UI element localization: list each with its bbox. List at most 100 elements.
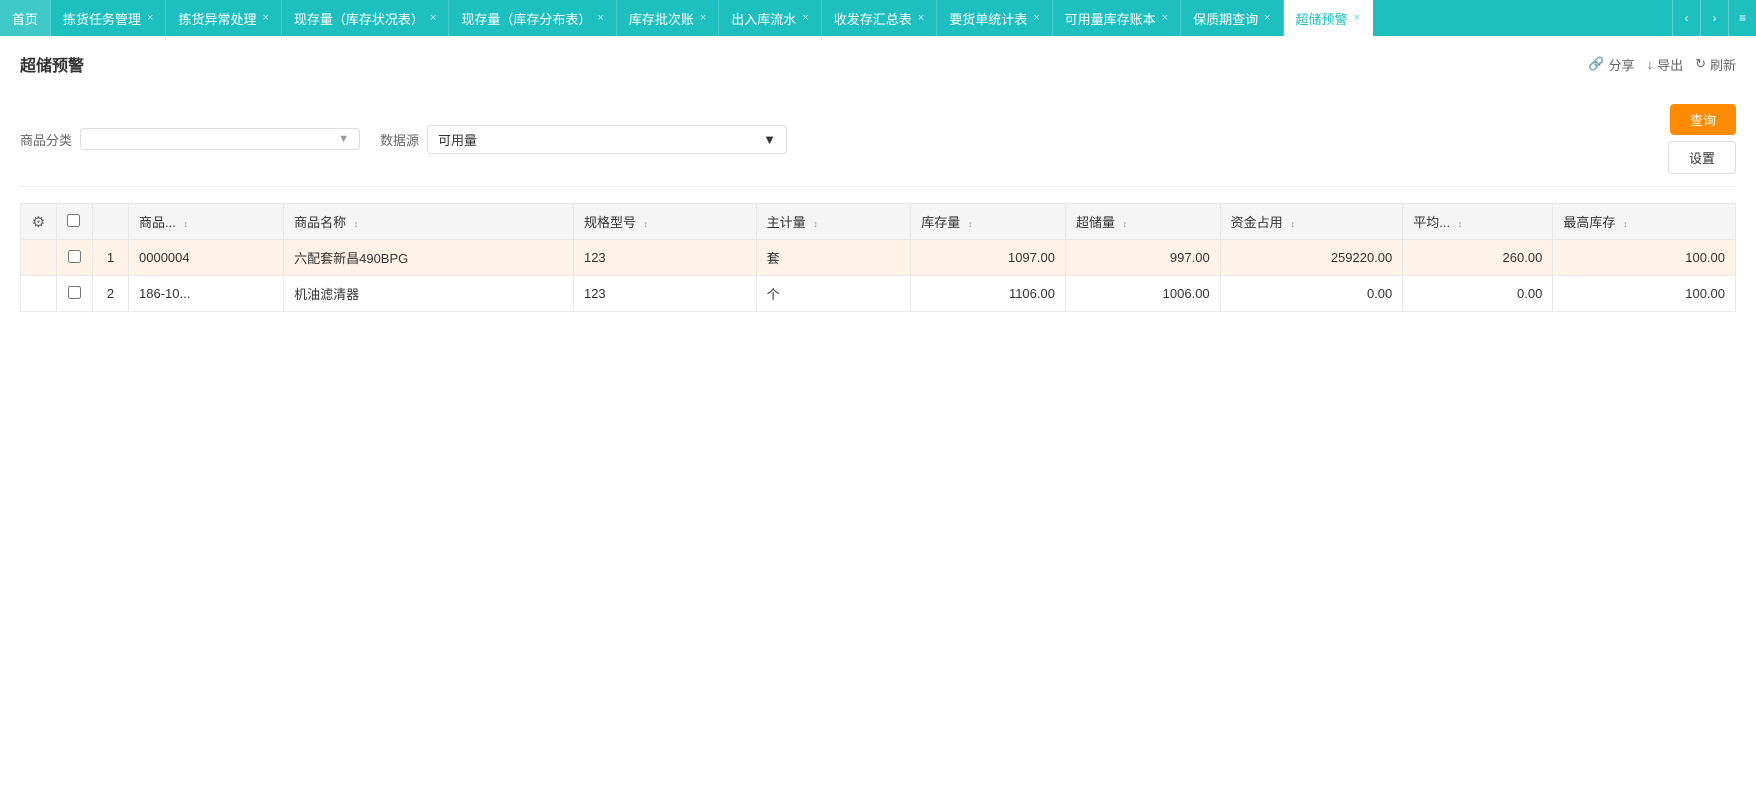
col-header-max-stock[interactable]: 最高库存 ↕ — [1553, 204, 1736, 240]
category-filter: 商品分类 ▼ — [20, 128, 360, 150]
sort-icon-avg: ↕ — [1458, 219, 1463, 229]
share-icon: 🔗 — [1588, 56, 1604, 72]
nav-item-order-stats[interactable]: 要货单统计表× — [937, 0, 1052, 36]
nav-left-arrow[interactable]: ‹ — [1672, 0, 1700, 36]
nav-item-inventory-status[interactable]: 现存量（库存状况表）× — [282, 0, 449, 36]
query-button[interactable]: 查询 — [1670, 104, 1736, 135]
col-header-rownum — [93, 204, 129, 240]
nav-item-available-ledger[interactable]: 可用量库存账本× — [1053, 0, 1181, 36]
col-header-product-name-label: 商品名称 — [294, 215, 346, 230]
cell-inventory: 1106.00 — [911, 276, 1066, 312]
nav-menu-arrow[interactable]: ≡ — [1728, 0, 1756, 36]
col-header-max-stock-label: 最高库存 — [1563, 215, 1615, 230]
sort-icon-product-code: ↕ — [183, 219, 188, 229]
table-row: 2186-10...机油滤清器123个1106.001006.000.000.0… — [21, 276, 1736, 312]
sort-icon-unit: ↕ — [813, 219, 818, 229]
cell-max-stock: 100.00 — [1553, 240, 1736, 276]
cell-gear — [21, 240, 57, 276]
nav-close-overstock-alert[interactable]: × — [1354, 12, 1360, 24]
row-checkbox-0[interactable] — [68, 250, 81, 263]
table-header-row: ⚙ 商品... ↕ 商品名称 ↕ 规格型号 ↕ — [21, 204, 1736, 240]
col-header-capital[interactable]: 资金占用 ↕ — [1220, 204, 1403, 240]
nav-item-task-mgmt[interactable]: 拣货任务管理× — [51, 0, 166, 36]
cell-product-code: 0000004 — [129, 240, 284, 276]
cell-gear — [21, 276, 57, 312]
nav-item-overstock-alert[interactable]: 超储预警× — [1284, 0, 1373, 36]
cell-checkbox[interactable] — [57, 276, 93, 312]
col-header-avg-label: 平均... — [1413, 215, 1450, 230]
cell-avg: 0.00 — [1403, 276, 1553, 312]
page-content: 超储预警 🔗 分享 ↓ 导出 ↻ 刷新 商品分类 ▼ 数据源 — [0, 36, 1756, 800]
col-header-capital-label: 资金占用 — [1231, 215, 1283, 230]
cell-unit: 个 — [756, 276, 911, 312]
table-row: 10000004六配套新昌490BPG123套1097.00997.002592… — [21, 240, 1736, 276]
sort-icon-spec: ↕ — [644, 219, 649, 229]
nav-right-arrow[interactable]: › — [1700, 0, 1728, 36]
refresh-button[interactable]: ↻ 刷新 — [1695, 55, 1736, 74]
cell-inventory: 1097.00 — [911, 240, 1066, 276]
col-header-spec[interactable]: 规格型号 ↕ — [573, 204, 756, 240]
col-header-avg[interactable]: 平均... ↕ — [1403, 204, 1553, 240]
nav-close-task-mgmt[interactable]: × — [147, 12, 153, 24]
nav-close-available-ledger[interactable]: × — [1162, 12, 1168, 24]
export-button[interactable]: ↓ 导出 — [1647, 55, 1684, 74]
nav-item-home[interactable]: 首页 — [0, 0, 51, 36]
gear-icon[interactable]: ⚙ — [32, 214, 45, 231]
cell-rownum: 2 — [93, 276, 129, 312]
col-header-product-name[interactable]: 商品名称 ↕ — [284, 204, 574, 240]
export-label: 导出 — [1657, 55, 1683, 74]
settings-button[interactable]: 设置 — [1668, 141, 1736, 174]
share-button[interactable]: 🔗 分享 — [1588, 55, 1634, 74]
filter-area: 商品分类 ▼ 数据源 可用量 ▼ 查询 设置 — [20, 92, 1736, 187]
sort-icon-capital: ↕ — [1290, 219, 1295, 229]
col-header-unit[interactable]: 主计量 ↕ — [756, 204, 911, 240]
nav-close-inventory-batch[interactable]: × — [700, 12, 706, 24]
filter-buttons: 查询 设置 — [1668, 104, 1736, 174]
cell-checkbox[interactable] — [57, 240, 93, 276]
nav-item-inventory-batch[interactable]: 库存批次账× — [617, 0, 719, 36]
sort-icon-overstock: ↕ — [1123, 219, 1128, 229]
col-header-spec-label: 规格型号 — [584, 215, 636, 230]
cell-rownum: 1 — [93, 240, 129, 276]
cell-product-code: 186-10... — [129, 276, 284, 312]
cell-product-name: 六配套新昌490BPG — [284, 240, 574, 276]
datasource-arrow-icon: ▼ — [763, 132, 776, 147]
cell-product-name: 机油滤清器 — [284, 276, 574, 312]
cell-unit: 套 — [756, 240, 911, 276]
nav-close-quality-check[interactable]: × — [1264, 12, 1270, 24]
datasource-select[interactable]: 可用量 ▼ — [427, 125, 787, 154]
row-checkbox-1[interactable] — [68, 286, 81, 299]
cell-capital: 0.00 — [1220, 276, 1403, 312]
nav-close-abnormal[interactable]: × — [262, 12, 268, 24]
cell-spec: 123 — [573, 240, 756, 276]
category-label: 商品分类 — [20, 130, 72, 149]
col-header-inventory[interactable]: 库存量 ↕ — [911, 204, 1066, 240]
nav-item-in-out-flow[interactable]: 出入库流水× — [719, 0, 821, 36]
col-header-product-code[interactable]: 商品... ↕ — [129, 204, 284, 240]
page-actions: 🔗 分享 ↓ 导出 ↻ 刷新 — [1588, 55, 1736, 74]
nav-close-inventory-dist[interactable]: × — [597, 12, 603, 24]
cell-overstock: 997.00 — [1065, 240, 1220, 276]
page-title: 超储预警 — [20, 52, 84, 76]
nav-close-collect-summary[interactable]: × — [918, 12, 924, 24]
cell-max-stock: 100.00 — [1553, 276, 1736, 312]
nav-item-collect-summary[interactable]: 收发存汇总表× — [822, 0, 937, 36]
export-icon: ↓ — [1647, 57, 1654, 72]
cell-spec: 123 — [573, 276, 756, 312]
cell-avg: 260.00 — [1403, 240, 1553, 276]
col-header-overstock[interactable]: 超储量 ↕ — [1065, 204, 1220, 240]
cell-capital: 259220.00 — [1220, 240, 1403, 276]
nav-item-abnormal[interactable]: 拣货异常处理× — [166, 0, 281, 36]
nav-item-inventory-dist[interactable]: 现存量（库存分布表）× — [449, 0, 616, 36]
category-select[interactable]: ▼ — [80, 128, 360, 150]
page-header: 超储预警 🔗 分享 ↓ 导出 ↻ 刷新 — [20, 52, 1736, 76]
select-all-checkbox[interactable] — [67, 214, 80, 227]
nav-close-in-out-flow[interactable]: × — [802, 12, 808, 24]
nav-close-order-stats[interactable]: × — [1033, 12, 1039, 24]
nav-close-inventory-status[interactable]: × — [430, 12, 436, 24]
share-label: 分享 — [1609, 55, 1635, 74]
col-header-checkbox[interactable] — [57, 204, 93, 240]
data-table: ⚙ 商品... ↕ 商品名称 ↕ 规格型号 ↕ — [20, 203, 1736, 312]
nav-item-quality-check[interactable]: 保质期查询× — [1181, 0, 1283, 36]
col-gear[interactable]: ⚙ — [21, 204, 57, 240]
